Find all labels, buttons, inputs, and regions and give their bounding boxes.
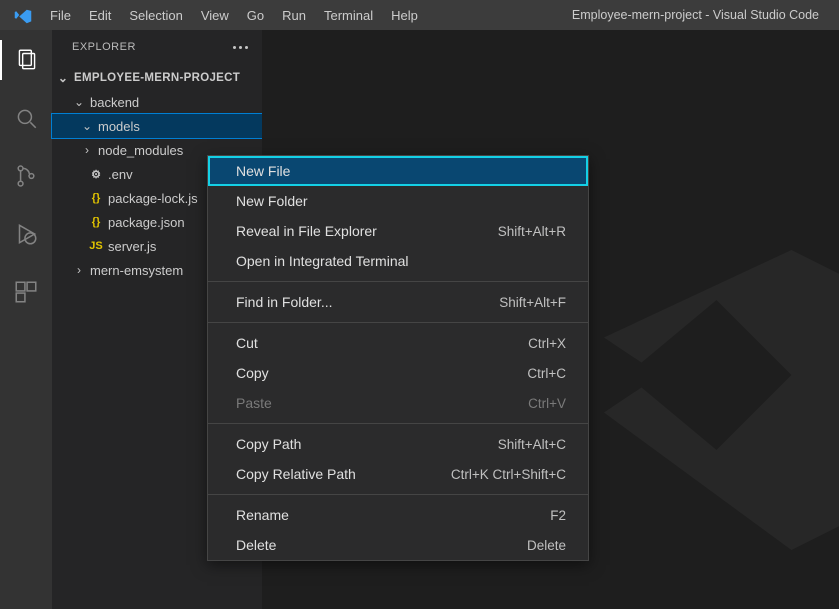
activity-search[interactable] xyxy=(0,98,52,138)
json-icon: {} xyxy=(88,190,104,206)
separator xyxy=(208,423,588,424)
activity-extensions[interactable] xyxy=(0,272,52,312)
ctx-reveal[interactable]: Reveal in File Explorer Shift+Alt+R xyxy=(208,216,588,246)
activity-bar xyxy=(0,30,52,609)
ctx-label: Open in Integrated Terminal xyxy=(236,253,409,269)
menu-go[interactable]: Go xyxy=(239,4,272,27)
chevron-right-icon: › xyxy=(80,143,94,157)
ctx-new-file[interactable]: New File xyxy=(208,156,588,186)
ctx-label: Paste xyxy=(236,395,272,411)
file-label: package.json xyxy=(108,215,185,230)
ctx-label: Find in Folder... xyxy=(236,294,333,310)
ctx-shortcut: Shift+Alt+C xyxy=(498,437,566,452)
explorer-title: EXPLORER xyxy=(72,41,136,53)
context-menu: New File New Folder Reveal in File Explo… xyxy=(207,155,589,561)
menu-terminal[interactable]: Terminal xyxy=(316,4,381,27)
ctx-label: New File xyxy=(236,163,290,179)
window-title: Employee-mern-project - Visual Studio Co… xyxy=(426,8,831,22)
ctx-label: Rename xyxy=(236,507,289,523)
ctx-shortcut: Shift+Alt+F xyxy=(499,295,566,310)
ctx-shortcut: F2 xyxy=(550,508,566,523)
ctx-copy-path[interactable]: Copy Path Shift+Alt+C xyxy=(208,429,588,459)
menu-view[interactable]: View xyxy=(193,4,237,27)
project-name: EMPLOYEE-MERN-PROJECT xyxy=(74,72,240,84)
ctx-find[interactable]: Find in Folder... Shift+Alt+F xyxy=(208,287,588,317)
ctx-label: Delete xyxy=(236,537,276,553)
folder-models[interactable]: ⌄ models xyxy=(52,114,262,138)
ctx-label: New Folder xyxy=(236,193,308,209)
folder-label: node_modules xyxy=(98,143,183,158)
activity-debug[interactable] xyxy=(0,214,52,254)
ctx-label: Reveal in File Explorer xyxy=(236,223,377,239)
ctx-delete[interactable]: Delete Delete xyxy=(208,530,588,560)
separator xyxy=(208,494,588,495)
menu-file[interactable]: File xyxy=(42,4,79,27)
ctx-shortcut: Shift+Alt+R xyxy=(498,224,566,239)
folder-backend[interactable]: ⌄ backend xyxy=(52,90,262,114)
folder-label: models xyxy=(98,119,140,134)
explorer-header: EXPLORER xyxy=(52,30,262,64)
more-icon[interactable] xyxy=(233,46,248,49)
ctx-cut[interactable]: Cut Ctrl+X xyxy=(208,328,588,358)
ctx-label: Copy Path xyxy=(236,436,301,452)
separator xyxy=(208,281,588,282)
folder-label: mern-emsystem xyxy=(90,263,183,278)
folder-label: backend xyxy=(90,95,139,110)
gear-icon: ⚙ xyxy=(88,166,104,182)
vscode-logo xyxy=(8,6,38,24)
file-label: package-lock.js xyxy=(108,191,198,206)
ctx-shortcut: Delete xyxy=(527,538,566,553)
ctx-shortcut: Ctrl+V xyxy=(528,396,566,411)
ctx-terminal[interactable]: Open in Integrated Terminal xyxy=(208,246,588,276)
ctx-shortcut: Ctrl+X xyxy=(528,336,566,351)
ctx-shortcut: Ctrl+C xyxy=(527,366,566,381)
js-icon: JS xyxy=(88,238,104,254)
ctx-copy[interactable]: Copy Ctrl+C xyxy=(208,358,588,388)
ctx-label: Copy Relative Path xyxy=(236,466,356,482)
ctx-label: Cut xyxy=(236,335,258,351)
vscode-watermark xyxy=(579,250,839,553)
chevron-down-icon: ⌄ xyxy=(80,119,94,133)
ctx-label: Copy xyxy=(236,365,269,381)
ctx-new-folder[interactable]: New Folder xyxy=(208,186,588,216)
chevron-down-icon: ⌄ xyxy=(56,71,70,85)
json-icon: {} xyxy=(88,214,104,230)
activity-explorer[interactable] xyxy=(0,40,52,80)
activity-source-control[interactable] xyxy=(0,156,52,196)
separator xyxy=(208,322,588,323)
chevron-down-icon: ⌄ xyxy=(72,95,86,109)
chevron-right-icon: › xyxy=(72,263,86,277)
ctx-copy-relative-path[interactable]: Copy Relative Path Ctrl+K Ctrl+Shift+C xyxy=(208,459,588,489)
ctx-rename[interactable]: Rename F2 xyxy=(208,500,588,530)
project-root[interactable]: ⌄ EMPLOYEE-MERN-PROJECT xyxy=(52,66,262,90)
menu-edit[interactable]: Edit xyxy=(81,4,119,27)
file-label: .env xyxy=(108,167,133,182)
titlebar: File Edit Selection View Go Run Terminal… xyxy=(0,0,839,30)
menu-selection[interactable]: Selection xyxy=(121,4,190,27)
menu-help[interactable]: Help xyxy=(383,4,426,27)
menu-run[interactable]: Run xyxy=(274,4,314,27)
file-label: server.js xyxy=(108,239,156,254)
ctx-shortcut: Ctrl+K Ctrl+Shift+C xyxy=(451,467,566,482)
ctx-paste: Paste Ctrl+V xyxy=(208,388,588,418)
menubar: File Edit Selection View Go Run Terminal… xyxy=(42,4,426,27)
